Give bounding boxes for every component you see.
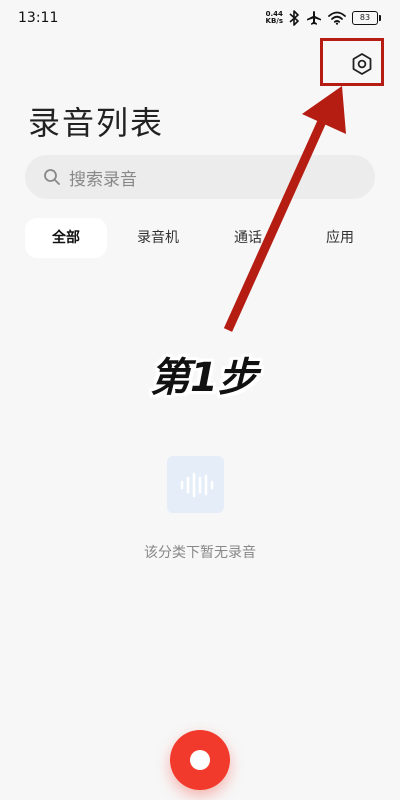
step-label: 第1步 [150,355,258,401]
